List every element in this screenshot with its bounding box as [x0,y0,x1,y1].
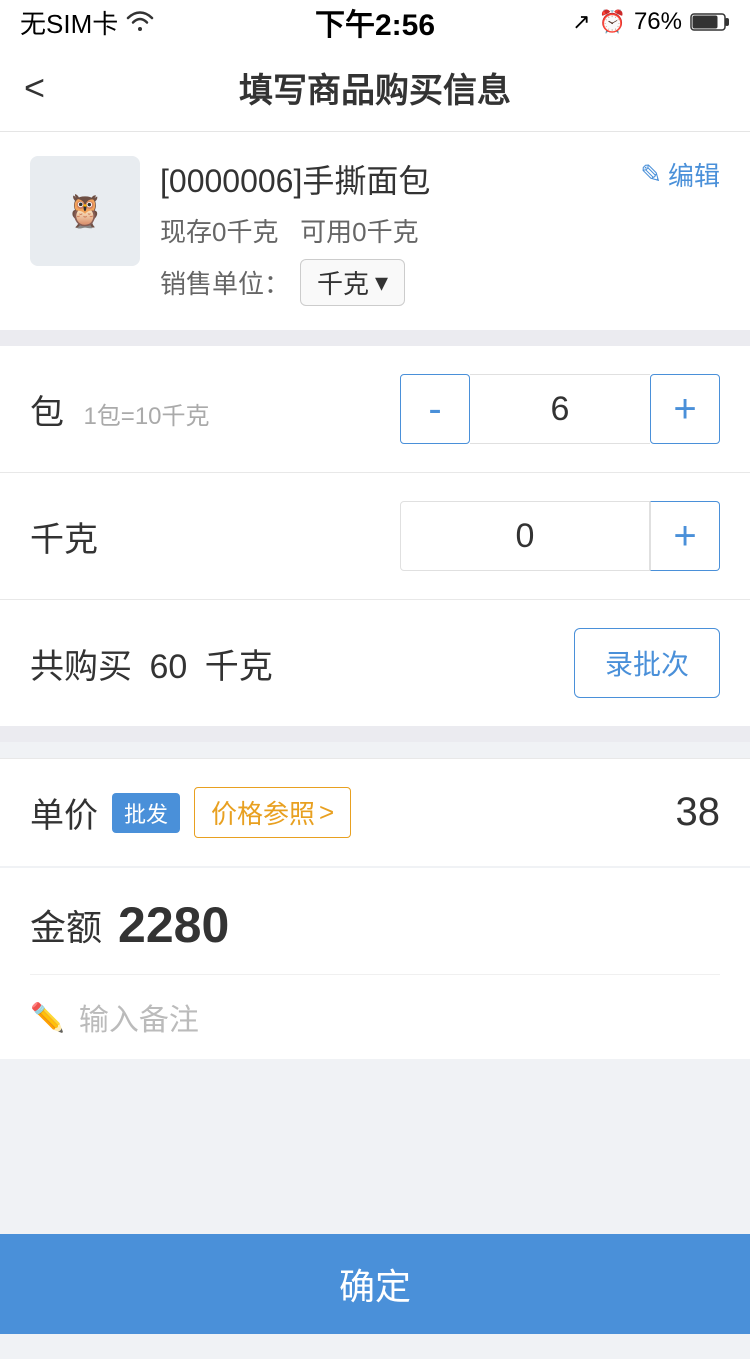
pencil-icon: ✏️ [30,1001,65,1034]
total-row: 共购买 60 千克 录批次 [0,600,750,726]
kilogram-row: 千克 + [0,473,750,600]
price-value: 38 [676,790,721,835]
price-ref-button[interactable]: 价格参照 > [194,787,351,838]
carrier-text: 无SIM卡 [20,4,118,41]
product-stock: 现存0千克 可用0千克 [160,212,620,249]
status-time: 下午2:56 [315,0,435,44]
amount-value: 2280 [118,896,229,954]
package-hint: 1包=10千克 [83,403,209,430]
package-label: 包 1包=10千克 [30,385,400,434]
total-text: 共购买 60 千克 [30,639,273,688]
product-info: [0000006]手撕面包 现存0千克 可用0千克 销售单位： 千克 ▾ [160,156,620,306]
battery-icon [690,12,730,32]
status-right: ↗ ⏰ 76% [572,8,730,36]
product-image: 🦉 [30,156,140,266]
separator-2 [0,726,750,742]
price-left: 单价 批发 价格参照 > [30,787,351,838]
product-unit-row: 销售单位： 千克 ▾ [160,259,620,306]
edit-button[interactable]: ✎ 编辑 [640,156,720,193]
chevron-down-icon: ▾ [375,267,388,298]
kilogram-quantity-control: + [400,501,720,571]
wifi-icon [126,7,154,38]
kilogram-input[interactable] [400,501,650,571]
page-title: 填写商品购买信息 [239,63,511,112]
kilogram-label: 千克 [30,512,400,561]
amount-section: 金额 2280 ✏️ 输入备注 [0,868,750,1059]
total-amount: 60 [149,648,187,686]
package-quantity-control: - + [400,374,720,444]
product-logo: 🦉 [65,192,105,230]
package-row: 包 1包=10千克 - + [0,346,750,473]
confirm-button[interactable]: 确定 [0,1234,750,1334]
batch-button[interactable]: 录批次 [574,628,720,698]
battery-text: 76% [634,8,682,36]
package-increment-button[interactable]: + [650,374,720,444]
kilogram-increment-button[interactable]: + [650,501,720,571]
back-button[interactable]: < [24,67,45,109]
input-section: 包 1包=10千克 - + 千克 + [0,346,750,600]
nav-bar: < 填写商品购买信息 [0,44,750,132]
alarm-icon: ⏰ [599,9,626,35]
package-decrement-button[interactable]: - [400,374,470,444]
price-type-tag: 批发 [112,793,180,833]
price-label: 单价 [30,788,98,837]
unit-select[interactable]: 千克 ▾ [300,259,405,306]
chevron-right-icon: > [319,797,334,828]
location-icon: ↗ [572,9,590,35]
amount-row: 金额 2280 [30,896,720,975]
product-card: 🦉 [0000006]手撕面包 现存0千克 可用0千克 销售单位： 千克 ▾ ✎… [0,132,750,330]
edit-icon: ✎ [640,159,662,190]
remark-row[interactable]: ✏️ 输入备注 [30,975,720,1059]
separator-1 [0,330,750,346]
status-bar: 无SIM卡 下午2:56 ↗ ⏰ 76% [0,0,750,44]
product-name: [0000006]手撕面包 [160,156,620,202]
status-left: 无SIM卡 [20,4,154,41]
remark-placeholder: 输入备注 [79,995,199,1039]
price-section: 单价 批发 价格参照 > 38 [0,758,750,866]
package-input[interactable] [470,374,650,444]
amount-label: 金额 [30,899,102,951]
